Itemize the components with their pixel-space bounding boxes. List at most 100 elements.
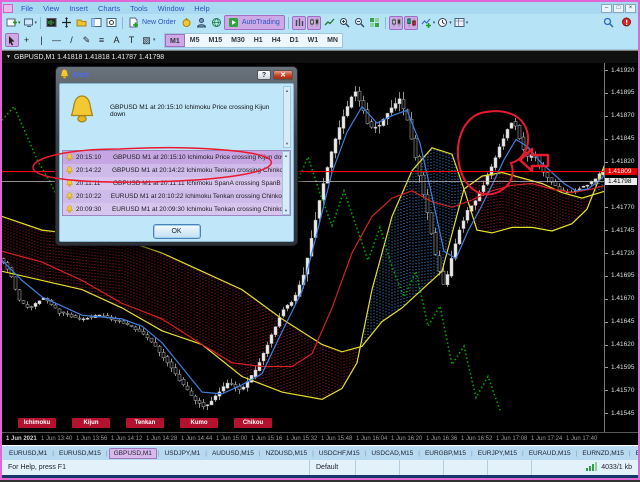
metaeditor-icon[interactable] [179,16,193,30]
dialog-close-button[interactable]: ✕ [273,69,293,80]
community-icon[interactable] [209,16,223,30]
collapse-icon[interactable]: ▼ [6,54,11,60]
timeframe-h1[interactable]: H1 [249,34,267,47]
market-watch-icon[interactable] [90,16,104,30]
tab-eurchfm15[interactable]: EURCHF,M15 [632,449,638,458]
trendline-tool[interactable]: / [65,33,79,47]
tab-eurusdm1[interactable]: EURUSD,M1 [5,449,51,458]
alert-row[interactable]: 20:11:11 GBPUSD M1 at 20:11:11 Ichimoku S… [63,177,290,190]
chart-title: GBPUSD,M1 1.41818 1.41818 1.41787 1.4179… [13,53,165,61]
data-window-icon[interactable] [105,16,119,30]
timeframe-w1[interactable]: W1 [303,34,323,47]
alert-list-scrollbar[interactable]: ▲ ▼ [282,151,290,215]
indicators-icon[interactable] [419,16,433,30]
new-order-icon[interactable] [127,16,141,30]
periods-icon[interactable] [436,16,450,30]
line-chart-mode-icon[interactable] [322,16,336,30]
profiles-icon[interactable] [21,16,35,30]
restore-button[interactable]: □ [613,3,624,13]
ok-button[interactable]: OK [152,223,201,239]
indicator-button-kijun[interactable]: Kijun [72,418,110,428]
shapes-dropdown[interactable]: ▾ [153,37,156,43]
tab-eurnzdm15[interactable]: EURNZD,M15 [578,449,628,458]
price-tick-mark [605,92,608,94]
horizontal-line-tool[interactable]: — [50,33,64,47]
zoom-out-icon[interactable] [352,16,366,30]
price-tick-label: 1.41645 [611,318,635,326]
alert-row[interactable]: 20:14:22 GBPUSD M1 at 20:14:22 Ichimoku T… [63,164,290,177]
menu-tools[interactable]: Tools [125,4,153,13]
last-price-tag: 1.41798 [605,177,637,185]
indicators-dropdown[interactable]: ▾ [433,20,436,26]
timeframe-m30[interactable]: M30 [227,34,250,47]
new-order-label[interactable]: New Order [142,19,176,26]
indicator-button-chikou[interactable]: Chikou [234,418,272,428]
menu-view[interactable]: View [38,4,64,13]
dialog-help-button[interactable]: ? [257,69,271,80]
menu-items: File View Insert Charts Tools Window Help [16,4,215,13]
templates-dropdown[interactable]: ▾ [466,20,469,26]
vertical-line-tool[interactable]: | [35,33,49,47]
message-scrollbar[interactable]: ▲ ▼ [283,86,291,148]
menu-insert[interactable]: Insert [64,4,93,13]
new-chart-icon[interactable] [5,16,19,30]
notifications-icon[interactable] [620,16,634,30]
text-label-tool[interactable]: T [125,33,139,47]
tab-gbpusdm1[interactable]: GBPUSD,M1 [108,447,157,459]
timeframe-m15[interactable]: M15 [204,34,227,47]
candlestick-mode-icon[interactable] [307,15,322,30]
indicator-button-kumo[interactable]: Kumo [180,418,218,428]
status-profile[interactable]: Default [310,460,356,475]
tab-euraudm15[interactable]: EURAUD,M15 [525,449,575,458]
alert-dialog-titlebar[interactable]: Alert ? ✕ [56,67,297,82]
chart-in-window-icon[interactable] [45,16,59,30]
tab-eurusdm15[interactable]: EURUSD,M15 [55,449,105,458]
shapes-tool[interactable]: ▧ [140,33,154,47]
auto-scroll-icon[interactable] [60,16,74,30]
chart-mode-b-icon[interactable] [404,15,419,30]
expert-advisors-icon[interactable] [194,16,208,30]
tab-usdjpym1[interactable]: USDJPY,M1 [161,449,205,458]
equidistant-channel-tool[interactable]: ✎ [80,33,94,47]
menu-file[interactable]: File [16,4,38,13]
alert-row[interactable]: 20:15:10 GBPUSD M1 at 20:15:10 Ichimoku P… [63,151,290,164]
alert-row[interactable]: 20:09:30 EURUSD M1 at 20:09:30 Ichimoku T… [63,203,290,215]
chart-mode-a-icon[interactable] [389,15,404,30]
chart-shift-icon[interactable] [75,16,89,30]
mt4-window: File View Insert Charts Tools Window Help – □ × … [0,0,640,480]
timeframe-mn[interactable]: MN [323,34,343,47]
menu-help[interactable]: Help [189,4,214,13]
close-button[interactable]: × [625,3,636,13]
fibonacci-tool[interactable]: ≡ [95,33,109,47]
crosshair-tool[interactable]: + [20,33,34,47]
alert-list: ▲ ▼ 20:15:10 GBPUSD M1 at 20:15:10 Ichimok… [62,150,291,216]
alert-time: 20:15:10 [76,154,102,161]
menu-window[interactable]: Window [153,4,190,13]
zoom-in-icon[interactable] [337,16,351,30]
alert-bell-icon [66,191,73,202]
timeframe-m5[interactable]: M5 [185,34,204,47]
alert-row[interactable]: 20:10:22 EURUSD M1 at 20:10:22 Ichimoku T… [63,190,290,203]
indicator-button-tenkan[interactable]: Tenkan [126,418,164,428]
indicator-button-ichimoku[interactable]: Ichimoku [18,418,56,428]
timeframe-h4[interactable]: H4 [267,34,285,47]
menu-charts[interactable]: Charts [93,4,125,13]
templates-icon[interactable] [452,16,466,30]
bar-chart-mode-icon[interactable] [292,15,307,30]
minimize-button[interactable]: – [601,3,612,13]
tab-usdcadm15[interactable]: USDCAD,M15 [367,449,417,458]
tab-eurjpym15[interactable]: EURJPY,M15 [474,449,521,458]
timeframe-m1[interactable]: M1 [164,33,186,47]
tab-audusdm15[interactable]: AUDUSD,M15 [208,449,258,458]
tab-usdchfm15[interactable]: USDCHF,M15 [315,449,364,458]
autotrading-icon[interactable] [226,16,240,30]
text-tool[interactable]: A [110,33,124,47]
app-icon[interactable] [3,3,13,13]
tile-windows-icon[interactable] [367,16,381,30]
cursor-tool[interactable] [4,33,19,47]
search-icon[interactable] [602,16,616,30]
tab-nzdusdm15[interactable]: NZDUSD,M15 [262,449,312,458]
tab-eurgbpm15[interactable]: EURGBP,M15 [421,449,470,458]
timeframe-d1[interactable]: D1 [285,34,303,47]
autotrading-label[interactable]: AutoTrading [242,19,280,26]
